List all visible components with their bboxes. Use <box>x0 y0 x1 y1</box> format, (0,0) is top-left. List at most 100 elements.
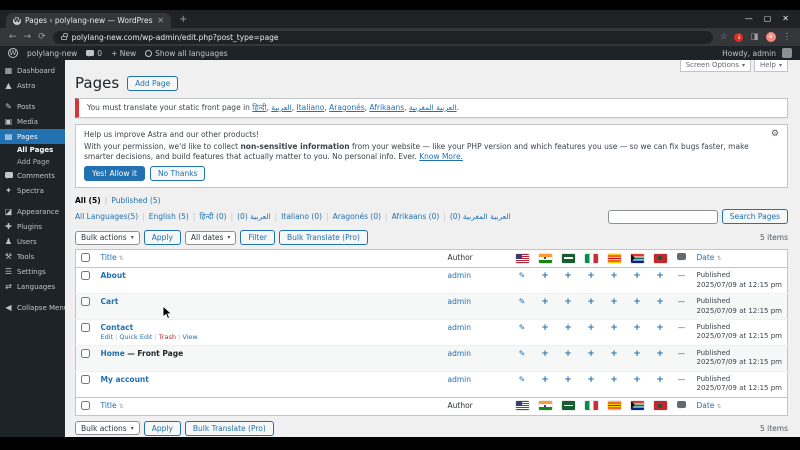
add-translation-icon[interactable]: + <box>541 349 549 359</box>
add-translation-icon[interactable]: + <box>656 375 664 385</box>
adminbar-new-button[interactable]: + New <box>111 49 136 58</box>
add-translation-icon[interactable]: + <box>541 323 549 333</box>
add-translation-icon[interactable]: + <box>610 271 618 281</box>
sidebar-item-settings[interactable]: ☰ Settings <box>0 264 65 279</box>
add-translation-icon[interactable]: + <box>633 323 641 333</box>
sidebar-item-tools[interactable]: ⚒ Tools <box>0 249 65 264</box>
row-checkbox[interactable] <box>81 297 91 307</box>
add-translation-icon[interactable]: + <box>610 297 618 307</box>
adminbar-comments[interactable]: 0 <box>86 49 102 58</box>
add-translation-icon[interactable]: + <box>656 323 664 333</box>
all-dates-select[interactable]: All dates <box>184 230 237 245</box>
row-checkbox[interactable] <box>81 374 91 384</box>
page-link-contact[interactable]: Contact <box>101 323 134 332</box>
sort-title-footer[interactable]: Title <box>101 401 124 410</box>
add-translation-icon[interactable]: + <box>587 375 595 385</box>
sidebar-item-spectra[interactable]: ✦ Spectra <box>0 183 65 198</box>
allow-button[interactable]: Yes! Allow it <box>84 166 145 182</box>
filter-all-languages[interactable]: All Languages(5) <box>75 212 149 222</box>
browser-menu-icon[interactable]: ⋮ <box>783 32 792 42</box>
filter-arabic[interactable]: العربية (0) <box>237 212 281 222</box>
row-checkbox[interactable] <box>81 271 91 281</box>
add-translation-icon[interactable]: + <box>633 297 641 307</box>
sort-date-footer[interactable]: Date <box>697 401 722 410</box>
add-translation-icon[interactable]: + <box>610 349 618 359</box>
filter-english[interactable]: English (5) <box>149 212 200 222</box>
edit-translation-icon[interactable]: ✎ <box>519 375 526 384</box>
sidebar-item-appearance[interactable]: ◪ Appearance <box>0 204 65 219</box>
edit-translation-icon[interactable]: ✎ <box>519 323 526 332</box>
add-translation-icon[interactable]: + <box>656 297 664 307</box>
author-link[interactable]: admin <box>448 271 472 280</box>
sidebar-item-dashboard[interactable]: ▦ Dashboard <box>0 63 65 78</box>
page-link-my-account[interactable]: My account <box>101 375 149 384</box>
help-button[interactable]: Help <box>754 60 788 72</box>
quick-edit-action[interactable]: Quick Edit <box>119 333 152 341</box>
add-translation-icon[interactable]: + <box>633 271 641 281</box>
bulk-actions-select[interactable]: Bulk actions <box>75 230 140 245</box>
sidebar-item-comments[interactable]: Comments <box>0 168 65 183</box>
page-link-cart[interactable]: Cart <box>101 297 119 306</box>
adminbar-show-all-languages[interactable]: Show all languages <box>145 49 228 58</box>
add-translation-icon[interactable]: + <box>564 375 572 385</box>
bulk-actions-select-bottom[interactable]: Bulk actions <box>75 421 140 436</box>
new-tab-button[interactable]: + <box>179 14 187 25</box>
screen-options-button[interactable]: Screen Options <box>679 60 752 72</box>
add-translation-icon[interactable]: + <box>587 297 595 307</box>
sidebar-item-add-page[interactable]: Add Page <box>0 156 65 168</box>
row-checkbox[interactable] <box>81 323 91 332</box>
filter-all[interactable]: All (5) <box>75 196 111 205</box>
tab-close-icon[interactable]: ✕ <box>157 16 164 25</box>
add-translation-icon[interactable]: + <box>656 271 664 281</box>
author-link[interactable]: admin <box>448 375 472 384</box>
page-link-about[interactable]: About <box>101 271 126 280</box>
sidebar-item-pages[interactable]: ▤ Pages <box>0 129 65 144</box>
add-translation-icon[interactable]: + <box>587 349 595 359</box>
add-translation-icon[interactable]: + <box>587 323 595 333</box>
filter-button[interactable]: Filter <box>240 230 276 246</box>
reload-icon[interactable]: ⟳ <box>38 32 46 42</box>
window-minimize-button[interactable]: — <box>745 14 753 23</box>
bookmark-star-icon[interactable]: ☆ <box>720 32 728 42</box>
filter-afrikaans[interactable]: Afrikaans (0) <box>392 212 450 222</box>
update-badge-icon[interactable]: ↓ <box>734 32 744 42</box>
row-checkbox[interactable] <box>81 348 91 358</box>
filter-moroccan-arabic[interactable]: العربية المغربية (0) <box>450 212 519 222</box>
back-icon[interactable]: ← <box>9 32 17 42</box>
add-translation-icon[interactable]: + <box>564 349 572 359</box>
select-all-checkbox[interactable] <box>81 253 91 263</box>
sidebar-item-media[interactable]: ▣ Media <box>0 114 65 129</box>
add-translation-icon[interactable]: + <box>541 375 549 385</box>
add-translation-icon[interactable]: + <box>541 271 549 281</box>
edit-translation-icon[interactable]: ✎ <box>519 297 526 306</box>
filter-aragonese[interactable]: Aragonés (0) <box>333 212 392 222</box>
author-link[interactable]: admin <box>448 349 472 358</box>
edit-action[interactable]: Edit <box>101 333 114 341</box>
sidebar-item-all-pages[interactable]: All Pages <box>0 144 65 156</box>
bulk-translate-button[interactable]: Bulk Translate (Pro) <box>279 230 368 246</box>
add-translation-icon[interactable]: + <box>610 375 618 385</box>
add-translation-icon[interactable]: + <box>656 349 664 359</box>
add-translation-icon[interactable]: + <box>587 271 595 281</box>
no-thanks-button[interactable]: No Thanks <box>149 166 206 182</box>
notice-settings-gear-icon[interactable]: ⚙ <box>771 129 779 139</box>
author-link[interactable]: admin <box>448 297 472 306</box>
add-translation-icon[interactable]: + <box>633 349 641 359</box>
add-translation-icon[interactable]: + <box>564 297 572 307</box>
sidebar-item-astra[interactable]: ▲ Astra <box>0 78 65 93</box>
sort-date-header[interactable]: Date <box>697 253 722 262</box>
page-link-home[interactable]: Home <box>101 349 125 358</box>
wordpress-logo-icon[interactable]: W <box>8 48 18 58</box>
adminbar-howdy[interactable]: Howdy, admin <box>722 49 776 58</box>
sidebar-item-languages[interactable]: ⇄ Languages <box>0 279 65 294</box>
add-translation-icon[interactable]: + <box>564 323 572 333</box>
add-translation-icon[interactable]: + <box>541 297 549 307</box>
edit-translation-icon[interactable]: ✎ <box>519 271 526 280</box>
add-translation-icon[interactable]: + <box>564 271 572 281</box>
url-bar[interactable]: polylang-new.com/wp-admin/edit.php?post_… <box>52 30 713 44</box>
apply-button-bottom[interactable]: Apply <box>143 420 181 436</box>
edit-translation-icon[interactable]: ✎ <box>519 349 526 358</box>
extensions-icon[interactable]: ◨ <box>750 32 758 42</box>
search-pages-button[interactable]: Search Pages <box>721 209 788 225</box>
search-input[interactable] <box>607 209 718 224</box>
